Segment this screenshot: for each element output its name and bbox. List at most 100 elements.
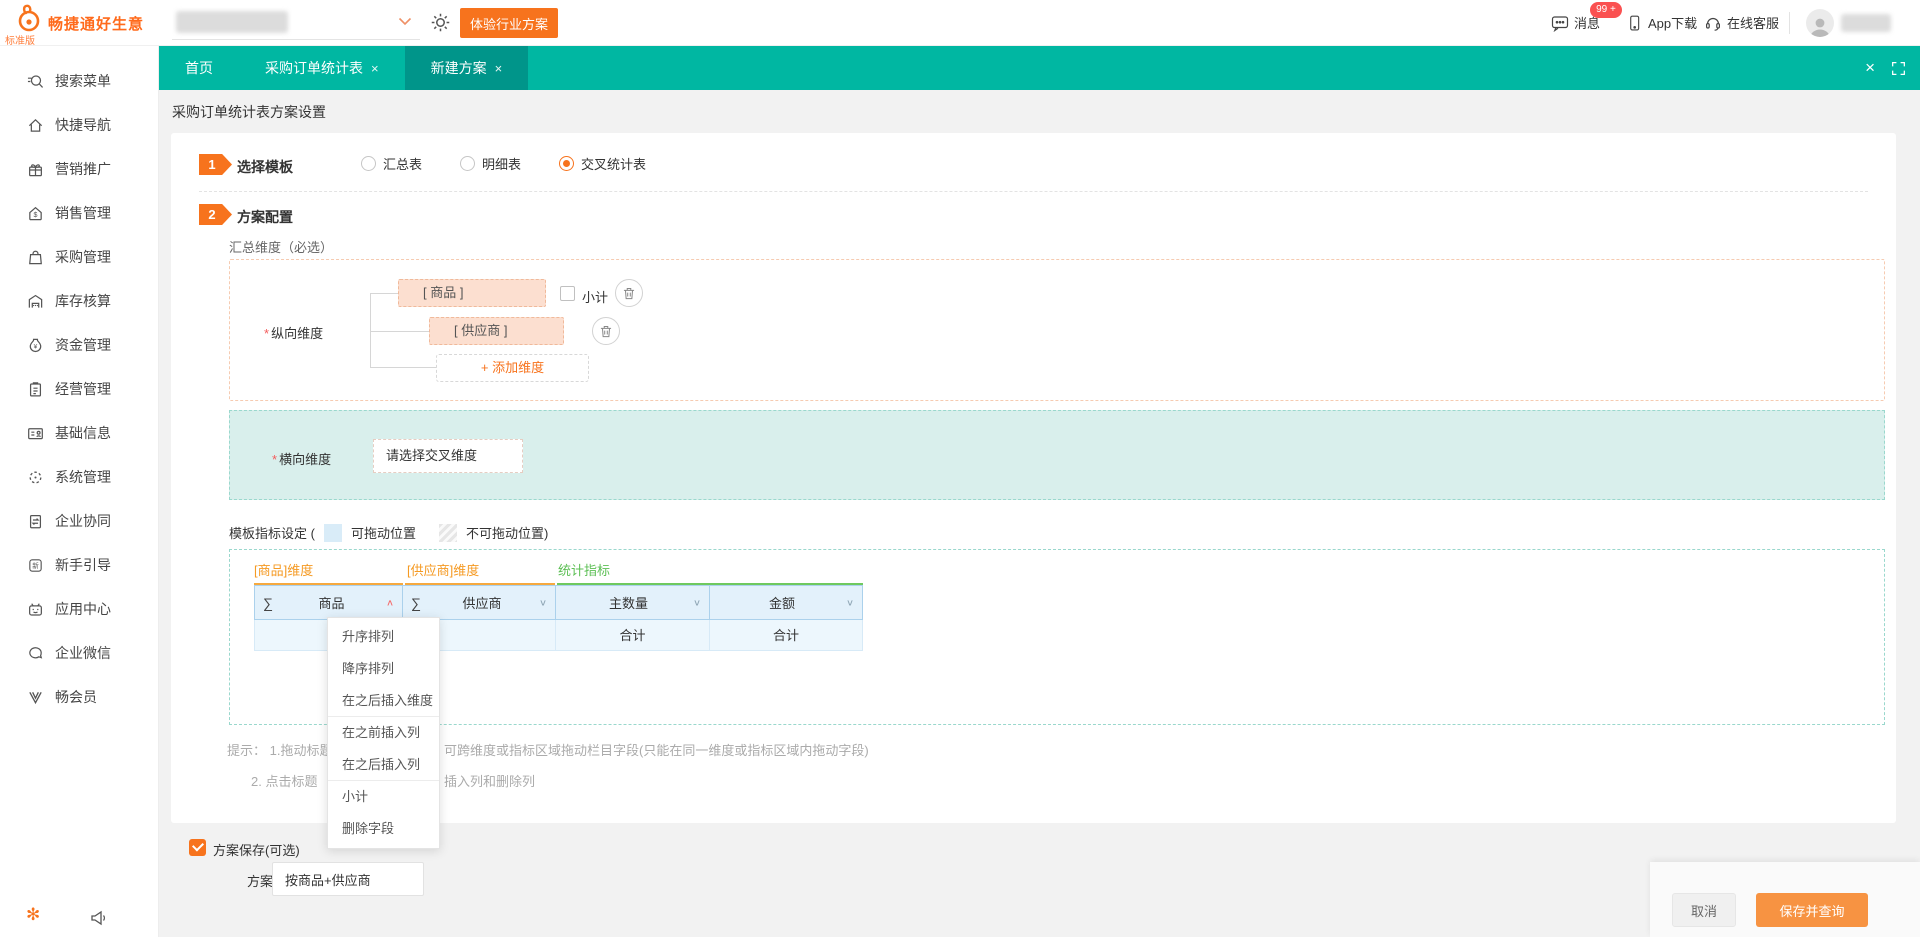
sidebar-item-label: 系统管理 — [55, 469, 111, 485]
step2-title: 方案配置 — [237, 209, 293, 225]
close-icon[interactable]: × — [371, 61, 379, 76]
step1-badge: 1 — [199, 154, 232, 175]
sidebar-item-app-center[interactable]: 应用中心 — [0, 587, 158, 631]
column-context-menu: 升序排列 降序排列 在之后插入维度 在之前插入列 在之后插入列 小计 删除字段 — [327, 617, 440, 849]
column-header-supplier[interactable]: ∑ 供应商 ∨ — [403, 585, 556, 620]
scheme-name-input[interactable] — [272, 862, 424, 896]
cross-dimension-select[interactable]: 请选择交叉维度 — [373, 439, 523, 473]
template-options: 汇总表 明细表 交叉统计表 — [361, 154, 646, 173]
column-header-product[interactable]: ∑ 商品 ∧ — [254, 585, 403, 620]
menu-item-sort-asc[interactable]: 升序排列 — [328, 621, 439, 653]
sidebar-item-marketing[interactable]: 营销推广 — [0, 147, 158, 191]
svg-text:$: $ — [34, 210, 38, 218]
caret-down-icon[interactable]: ∨ — [846, 597, 854, 608]
add-dimension-button[interactable]: + 添加维度 — [436, 354, 589, 382]
group-label-product: [商品]维度 — [254, 563, 314, 578]
tab-new-scheme[interactable]: 新建方案 × — [404, 46, 529, 90]
sidebar-item-label: 畅会员 — [55, 689, 97, 705]
online-service-entry[interactable]: 在线客服 — [1704, 13, 1779, 32]
vertical-dimension-label: * 纵向维度 — [264, 326, 324, 341]
caret-down-icon[interactable]: ∨ — [693, 597, 701, 608]
tab-purchase-order-report[interactable]: 采购订单统计表 × — [239, 46, 405, 90]
tab-home[interactable]: 首页 — [159, 46, 239, 90]
sidebar-item-purchase[interactable]: 采购管理 — [0, 235, 158, 279]
menu-item-insert-col-before[interactable]: 在之前插入列 — [328, 717, 439, 749]
app-download-entry[interactable]: App下载 — [1626, 13, 1697, 32]
sidebar-item-label: 新手引导 — [55, 557, 111, 573]
sidebar-item-guide[interactable]: 新 新手引导 — [0, 543, 158, 587]
tab-label: 采购订单统计表 — [265, 60, 363, 76]
search-icon — [27, 73, 44, 90]
menu-item-insert-dimension-after[interactable]: 在之后插入维度 — [328, 685, 439, 717]
action-footer: 取消 保存并查询 — [1650, 862, 1920, 937]
close-icon[interactable]: × — [495, 61, 503, 76]
radio-summary-table[interactable]: 汇总表 — [361, 154, 422, 173]
topbar: 畅捷通好生意 标准版 体验行业方案 消息 99 + App下载 在线客服 — [0, 0, 1920, 47]
cancel-button[interactable]: 取消 — [1672, 893, 1736, 927]
column-header-amount[interactable]: 金额 ∨ — [710, 585, 863, 620]
sidebar-item-wecom[interactable]: 企业微信 — [0, 631, 158, 675]
menu-item-sort-desc[interactable]: 降序排列 — [328, 653, 439, 685]
sidebar-item-collaboration[interactable]: 企业协同 — [0, 499, 158, 543]
menu-item-insert-col-after[interactable]: 在之后插入列 — [328, 749, 439, 781]
chevron-down-icon[interactable] — [398, 17, 412, 26]
fullscreen-icon[interactable] — [1891, 61, 1906, 76]
sidebar-item-inventory[interactable]: 库存核算 — [0, 279, 158, 323]
sidebar-item-system[interactable]: 系统管理 — [0, 455, 158, 499]
sidebar: 搜索菜单 快捷导航 营销推广 $ 销售管理 采购管理 库存核算 ¥ 资金管理 经… — [0, 46, 159, 937]
message-icon — [1551, 14, 1569, 32]
subtotal-checkbox[interactable] — [560, 286, 575, 301]
radio-cross-table[interactable]: 交叉统计表 — [559, 154, 646, 173]
headset-icon — [1704, 14, 1722, 32]
caret-up-icon[interactable]: ∧ — [386, 597, 394, 608]
radio-icon[interactable] — [460, 156, 476, 171]
save-scheme-checkbox[interactable] — [189, 839, 206, 856]
caret-down-icon[interactable]: ∨ — [539, 597, 547, 608]
save-and-query-button[interactable]: 保存并查询 — [1756, 893, 1868, 927]
avatar[interactable] — [1806, 9, 1834, 37]
edition-label: 标准版 — [5, 36, 35, 47]
collab-icon — [27, 513, 44, 530]
group-label-supplier: [供应商]维度 — [407, 563, 480, 578]
sidebar-item-operation[interactable]: 经营管理 — [0, 367, 158, 411]
flower-icon[interactable]: ✻ — [26, 905, 40, 925]
sidebar-item-search-menu[interactable]: 搜索菜单 — [0, 59, 158, 103]
sidebar-item-finance[interactable]: ¥ 资金管理 — [0, 323, 158, 367]
radio-icon-selected[interactable] — [559, 156, 575, 171]
required-star: * — [264, 326, 270, 341]
column-header-qty[interactable]: 主数量 ∨ — [556, 585, 710, 620]
sidebar-item-basic-info[interactable]: 基础信息 — [0, 411, 158, 455]
wecom-chat-icon — [27, 645, 44, 662]
column-label: 金额 — [768, 596, 795, 611]
delete-dimension-button[interactable] — [615, 279, 643, 307]
close-all-icon[interactable]: × — [1865, 58, 1875, 78]
required-star: * — [272, 452, 278, 467]
sidebar-item-member[interactable]: 畅会员 — [0, 675, 158, 719]
tree-line — [370, 293, 371, 367]
subtotal-label: 小计 — [582, 290, 609, 305]
gear-icon[interactable] — [430, 12, 451, 33]
sidebar-item-sales[interactable]: $ 销售管理 — [0, 191, 158, 235]
step2-badge: 2 — [199, 204, 232, 225]
radio-detail-table[interactable]: 明细表 — [460, 154, 521, 173]
sidebar-item-label: 经营管理 — [55, 381, 111, 397]
legend-fixed-label: 不可拖动位置) — [465, 526, 549, 541]
announcement-horn-icon[interactable] — [90, 910, 108, 926]
delete-dimension-button[interactable] — [592, 317, 620, 345]
dimension-chip-product[interactable]: [ 商品 ] — [398, 279, 546, 307]
sidebar-item-quick-nav[interactable]: 快捷导航 — [0, 103, 158, 147]
home-icon — [27, 117, 44, 134]
tabbar: 首页 采购订单统计表 × 新建方案 × × — [159, 46, 1920, 90]
menu-item-delete-field[interactable]: 删除字段 — [328, 813, 439, 845]
indicator-box: [商品]维度 [供应商]维度 统计指标 ∑ 商品 ∧ ∑ 供应商 ∨ 主数量 ∨… — [229, 549, 1885, 725]
radio-icon[interactable] — [361, 156, 376, 171]
org-selector-redacted[interactable] — [176, 11, 288, 33]
sidebar-item-label: 应用中心 — [55, 601, 111, 617]
experience-industry-button[interactable]: 体验行业方案 — [460, 8, 558, 38]
dimension-chip-supplier[interactable]: [ 供应商 ] — [429, 317, 564, 345]
menu-item-subtotal[interactable]: 小计 — [328, 781, 439, 813]
newbie-icon: 新 — [27, 557, 44, 574]
sales-icon: $ — [27, 205, 44, 222]
step1-title: 选择模板 — [237, 159, 293, 175]
hint-line1-right: 可跨维度或指标区域拖动栏目字段(只能在同一维度或指标区域内拖动字段) — [444, 743, 869, 758]
